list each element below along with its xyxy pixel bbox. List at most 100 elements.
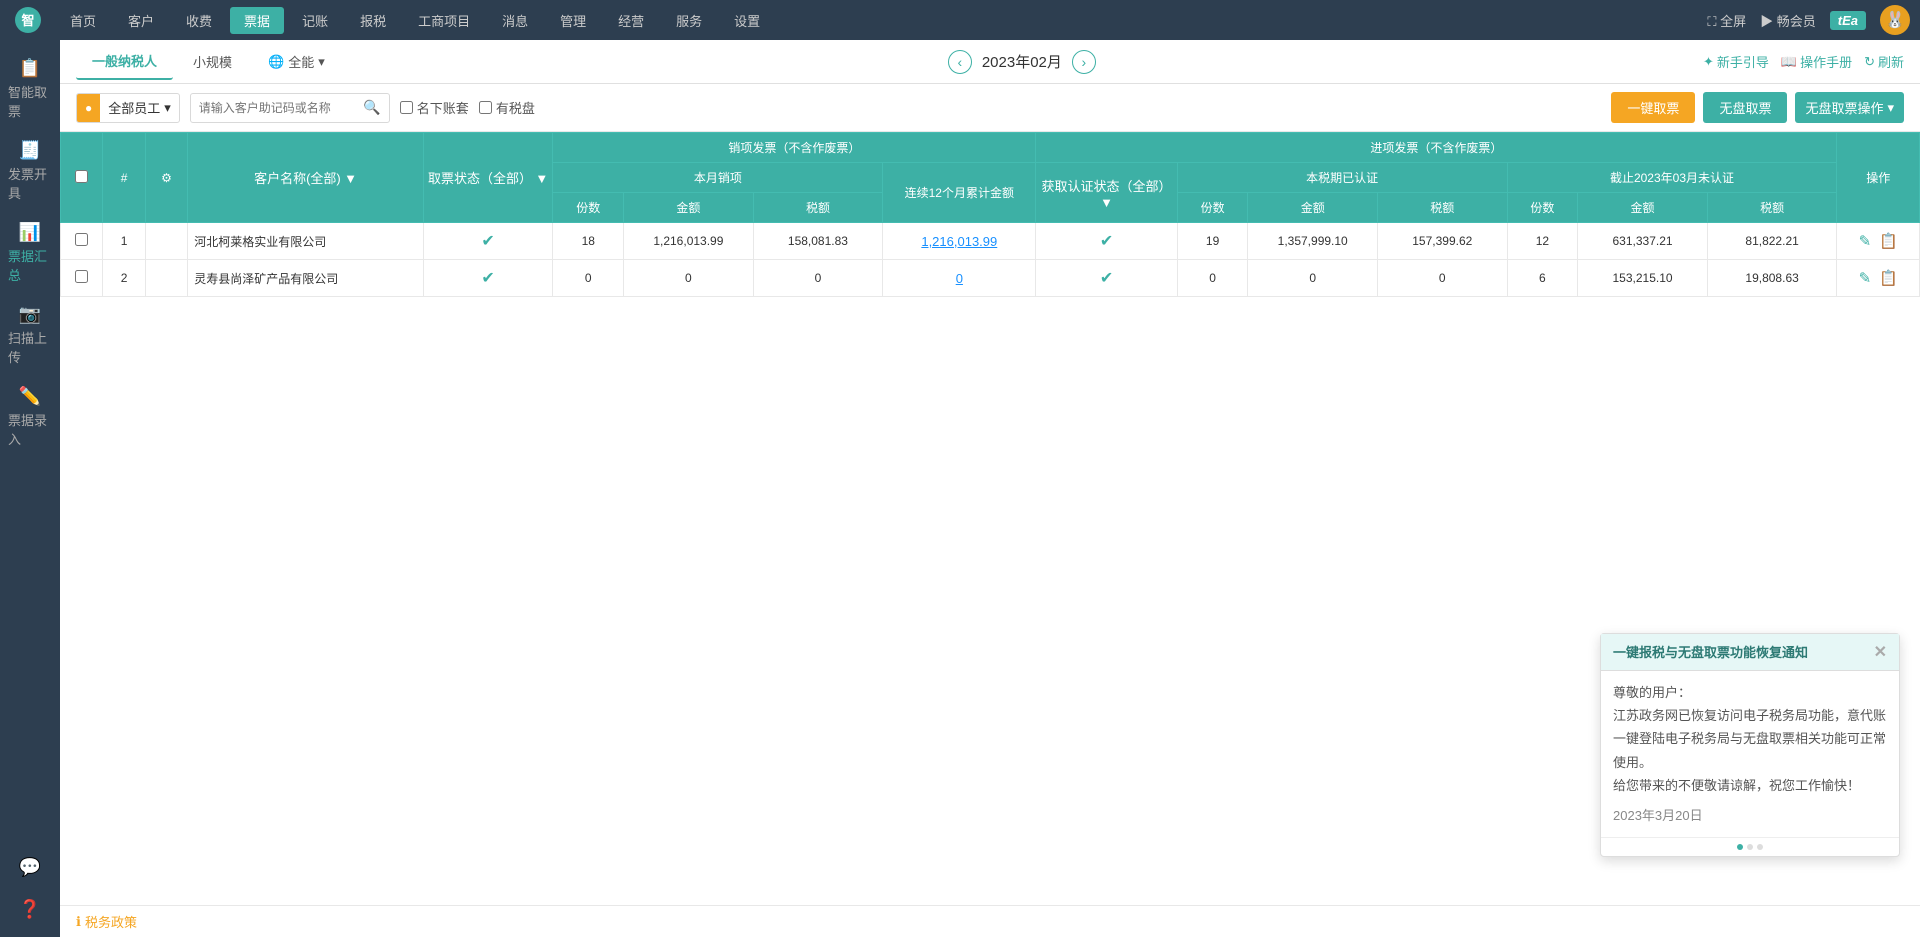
- sidebar-item-invoice-entry[interactable]: ✏️ 票据录入: [4, 378, 56, 456]
- no-disk-fetch-btn[interactable]: 无盘取票: [1703, 92, 1787, 123]
- tax-disk-checkbox[interactable]: [479, 101, 492, 114]
- nav-service[interactable]: 服务: [662, 7, 716, 34]
- tab-small-scale[interactable]: 小规模: [177, 44, 248, 79]
- row1-checkbox: [61, 223, 103, 260]
- svg-text:智: 智: [21, 13, 34, 28]
- prev-period-btn[interactable]: ‹: [948, 50, 972, 74]
- notification-popup: 一键报税与无盘取票功能恢复通知 ✕ 尊敬的用户： 江苏政务网已恢复访问电子税务局…: [1600, 633, 1900, 857]
- scroll-dot-2[interactable]: [1747, 844, 1753, 850]
- tax-disk-filter[interactable]: 有税盘: [479, 98, 535, 117]
- search-icon[interactable]: 🔍: [363, 99, 380, 116]
- th-purchase-tax1: 税额: [1377, 193, 1507, 223]
- nav-message[interactable]: 消息: [488, 7, 542, 34]
- row1-purchase-amount2: 631,337.21: [1578, 223, 1708, 260]
- dropdown-arrow-icon: ▾: [1887, 100, 1894, 116]
- nav-right: ⛶ 全屏 ▶ 畅会员 tEa 🐰: [1707, 5, 1910, 35]
- filter-label: ●: [77, 94, 100, 122]
- employee-filter[interactable]: ● 全部员工 ▾: [76, 93, 180, 123]
- row2-index: 2: [103, 260, 145, 297]
- fullscreen-btn[interactable]: ⛶ 全屏: [1707, 11, 1746, 30]
- next-period-btn[interactable]: ›: [1072, 50, 1096, 74]
- sidebar-item-invoice-summary[interactable]: 📊 票据汇总: [4, 214, 56, 292]
- nav-manage[interactable]: 管理: [546, 7, 600, 34]
- tea-badge: tEa: [1830, 11, 1866, 30]
- toolbar: ● 全部员工 ▾ 🔍 名下账套 有税盘 一键取票 无盘取票: [60, 84, 1920, 132]
- nav-customer[interactable]: 客户: [114, 7, 168, 34]
- row1-purchase-count1: 19: [1177, 223, 1248, 260]
- row2-sales-tax: 0: [753, 260, 883, 297]
- row1-auth-status: ✔: [1036, 223, 1177, 260]
- user-avatar[interactable]: 🐰: [1880, 5, 1910, 35]
- row2-detail-icon[interactable]: 📋: [1879, 269, 1898, 287]
- tab-general-taxpayer[interactable]: 一般纳税人: [76, 43, 173, 80]
- sidebar-item-scan-upload[interactable]: 📷 扫描上传: [4, 296, 56, 374]
- row2-settings: [145, 260, 187, 297]
- invoice-entry-icon: ✏️: [19, 386, 41, 407]
- row1-sales-12month-link[interactable]: 1,216,013.99: [921, 234, 997, 249]
- th-index: #: [103, 133, 145, 223]
- auth-filter-icon[interactable]: ▼: [1100, 195, 1113, 210]
- row1-edit-icon[interactable]: ✎: [1859, 232, 1872, 250]
- new-guide-btn[interactable]: ✦ 新手引导: [1703, 52, 1769, 71]
- row1-customer: 河北柯莱格实业有限公司: [188, 223, 424, 260]
- fetch-status-filter-icon[interactable]: ▼: [535, 171, 548, 186]
- select-all-checkbox[interactable]: [75, 170, 88, 183]
- th-purchase-invoice-group: 进项发票（不含作废票）: [1036, 133, 1837, 163]
- sidebar-bottom: 💬 ❓: [12, 849, 48, 927]
- tab-bar: 一般纳税人 小规模 🌐 全能 ▾ ‹ 2023年02月 › ✦ 新手引导 📖 操…: [60, 40, 1920, 84]
- row1-sales-amount: 1,216,013.99: [624, 223, 754, 260]
- no-disk-ops-btn[interactable]: 无盘取票操作 ▾: [1795, 92, 1904, 123]
- my-account-checkbox[interactable]: [400, 101, 413, 114]
- tab-right-actions: ✦ 新手引导 📖 操作手册 ↻ 刷新: [1703, 52, 1904, 71]
- row1-detail-icon[interactable]: 📋: [1879, 232, 1898, 250]
- th-sales-12month: 连续12个月累计金额: [883, 163, 1036, 223]
- row2-auth-check-icon: ✔: [1100, 270, 1113, 287]
- row1-sales-count: 18: [553, 223, 624, 260]
- table-row: 1 河北柯莱格实业有限公司 ✔ 18 1,216,013.99 158,081.…: [61, 223, 1920, 260]
- th-checkbox: [61, 133, 103, 223]
- th-purchase-count2: 份数: [1507, 193, 1578, 223]
- scroll-dot-1[interactable]: [1737, 844, 1743, 850]
- app-logo: 智: [10, 2, 46, 38]
- row2-fetch-check-icon: ✔: [481, 270, 494, 287]
- toolbar-right: 一键取票 无盘取票 无盘取票操作 ▾: [1611, 92, 1904, 123]
- nav-bookkeeping[interactable]: 记账: [288, 7, 342, 34]
- manual-btn[interactable]: 📖 操作手册: [1781, 52, 1852, 71]
- row2-edit-icon[interactable]: ✎: [1859, 269, 1872, 287]
- scan-upload-icon: 📷: [19, 304, 41, 325]
- notification-close-btn[interactable]: ✕: [1874, 642, 1887, 662]
- vip-btn[interactable]: ▶ 畅会员: [1760, 11, 1816, 30]
- row2-checkbox: [61, 260, 103, 297]
- nav-settings[interactable]: 设置: [720, 7, 774, 34]
- row1-purchase-amount1: 1,357,999.10: [1248, 223, 1378, 260]
- tax-policy-link[interactable]: ℹ 税务政策: [76, 912, 137, 931]
- th-sales-amount: 金额: [624, 193, 754, 223]
- row2-sales-12month-link[interactable]: 0: [956, 271, 963, 286]
- nav-tax[interactable]: 报税: [346, 7, 400, 34]
- sidebar-item-invoice-open[interactable]: 🧾 发票开具: [4, 132, 56, 210]
- one-key-fetch-btn[interactable]: 一键取票: [1611, 92, 1695, 123]
- notification-body: 尊敬的用户： 江苏政务网已恢复访问电子税务局功能，意代账一键登陆电子税务局与无盘…: [1601, 671, 1899, 837]
- row1-check[interactable]: [75, 233, 88, 246]
- row2-purchase-count2: 6: [1507, 260, 1578, 297]
- th-ops: 操作: [1837, 133, 1920, 223]
- row2-check[interactable]: [75, 270, 88, 283]
- refresh-btn[interactable]: ↻ 刷新: [1864, 52, 1904, 71]
- sidebar-chat-btn[interactable]: 💬: [12, 849, 48, 885]
- my-account-filter[interactable]: 名下账套: [400, 98, 469, 117]
- tab-all[interactable]: 🌐 全能 ▾: [252, 44, 341, 79]
- filter-icon[interactable]: ▼: [344, 171, 357, 186]
- nav-fee[interactable]: 收费: [172, 7, 226, 34]
- sidebar-help-btn[interactable]: ❓: [12, 891, 48, 927]
- nav-business[interactable]: 工商项目: [404, 7, 484, 34]
- filter-chevron-icon: ▾: [164, 100, 171, 116]
- nav-home[interactable]: 首页: [56, 7, 110, 34]
- nav-operation[interactable]: 经营: [604, 7, 658, 34]
- nav-invoice[interactable]: 票据: [230, 7, 284, 34]
- scroll-dot-3[interactable]: [1757, 844, 1763, 850]
- th-purchase-this-period: 本税期已认证: [1177, 163, 1507, 193]
- sidebar-item-smart-fetch[interactable]: 📋 智能取票: [4, 50, 56, 128]
- row1-sales-12month: 1,216,013.99: [883, 223, 1036, 260]
- row2-fetch-status: ✔: [423, 260, 553, 297]
- search-input[interactable]: [199, 101, 358, 115]
